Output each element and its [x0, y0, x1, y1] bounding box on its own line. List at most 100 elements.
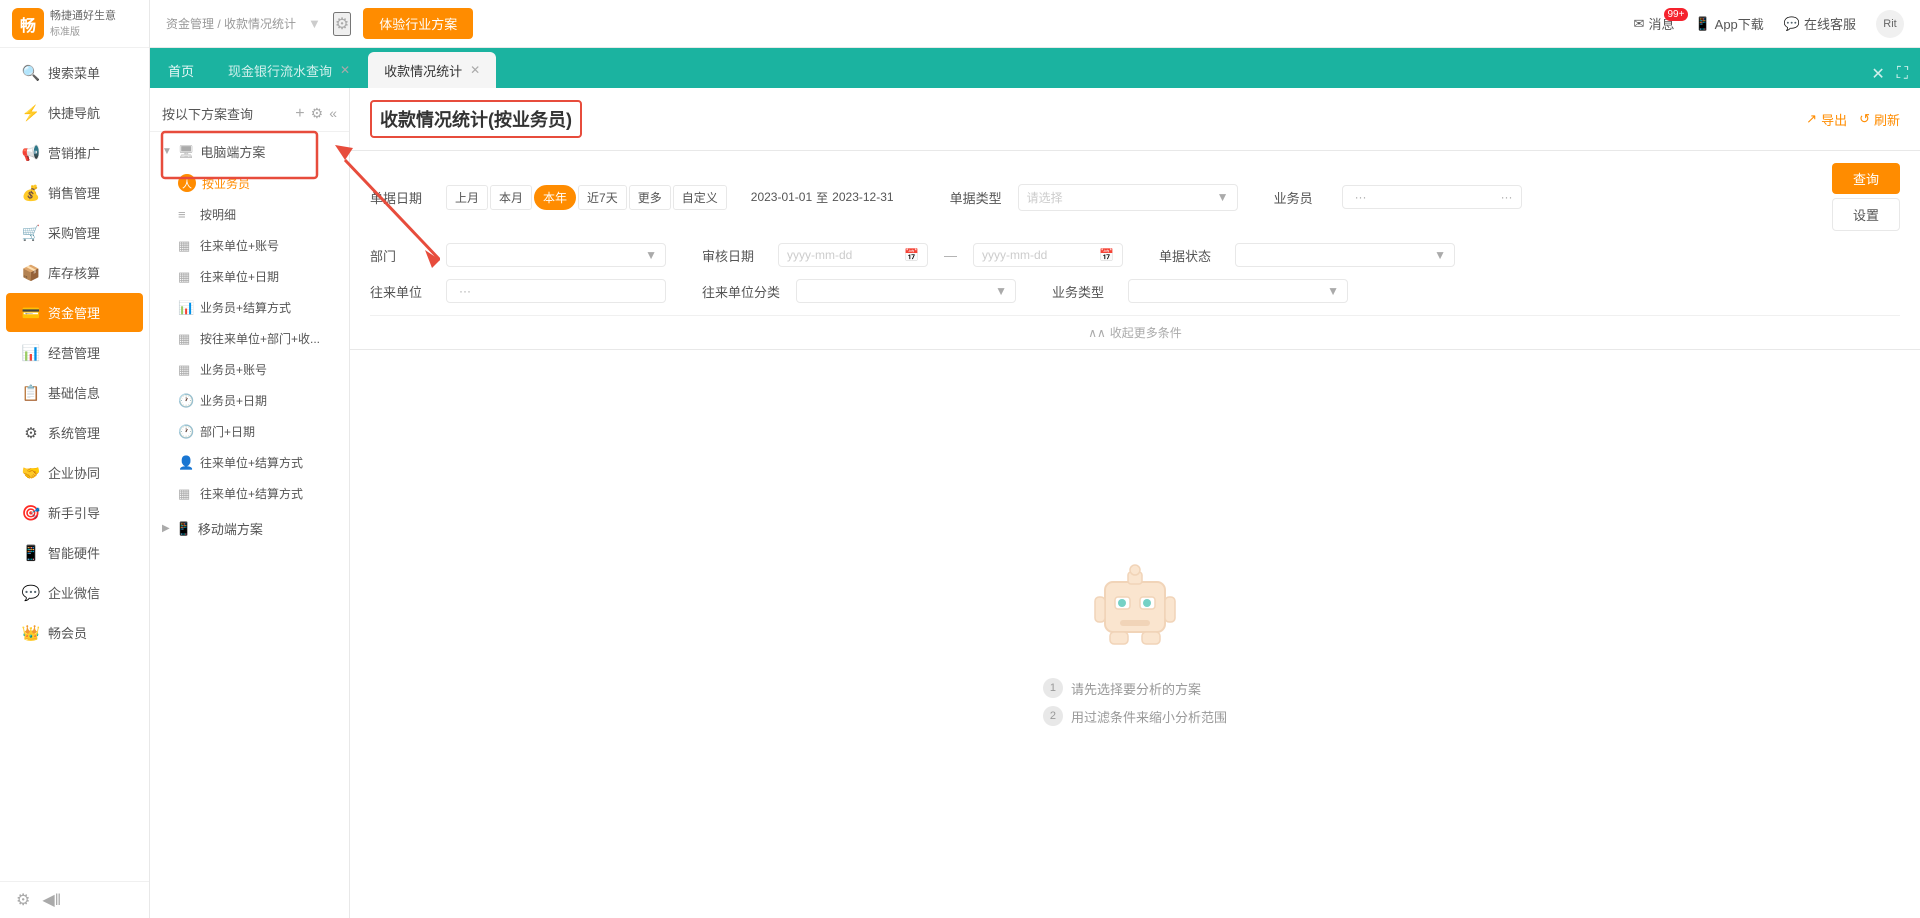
date-btn-this-month[interactable]: 本月	[490, 185, 532, 210]
biz-type-select[interactable]: ▼	[1128, 279, 1348, 303]
date-btn-custom[interactable]: 自定义	[673, 185, 727, 210]
sidebar-item-purchase[interactable]: 🛒 采购管理	[6, 213, 143, 252]
date-to: 2023-12-31	[832, 190, 893, 204]
close-tab-icon[interactable]: ✕	[1867, 60, 1888, 88]
settings-bottom-icon[interactable]: ⚙	[16, 890, 30, 910]
online-service-button[interactable]: 💬 在线客服	[1784, 14, 1856, 33]
maximize-tab-icon[interactable]: ⛶	[1893, 61, 1912, 87]
sidebar-bottom: ⚙ ◀‖	[0, 881, 149, 918]
scheme-item-dept-date[interactable]: 🕐 部门+日期	[150, 416, 349, 447]
clock-icon: 🕐	[178, 393, 194, 409]
top-header-right: ✉ 消息 99+ 📱 App下载 💬 在线客服 Rit	[1634, 10, 1904, 38]
counterpart-select[interactable]: ···	[446, 279, 666, 303]
quick-nav-icon: ⚡	[22, 104, 40, 122]
audit-date-from[interactable]: yyyy-mm-dd 📅	[778, 243, 928, 267]
collapse-sidebar-icon[interactable]: ◀‖	[42, 890, 61, 910]
sidebar-item-inventory[interactable]: 📦 库存核算	[6, 253, 143, 292]
query-button[interactable]: 查询	[1832, 163, 1900, 194]
counterpart-category-select[interactable]: ▼	[796, 279, 1016, 303]
sidebar-item-search-menu[interactable]: 🔍 搜索菜单	[6, 53, 143, 92]
counterpart-more-icon[interactable]: ···	[459, 284, 471, 298]
scheme-item-by-salesman[interactable]: 人 按业务员	[150, 167, 349, 199]
date-btn-last-month[interactable]: 上月	[446, 185, 488, 210]
panel-header: 按以下方案查询 + ⚙ «	[150, 96, 349, 132]
audit-date-to[interactable]: yyyy-mm-dd 📅	[973, 243, 1123, 267]
app-download-button[interactable]: 📱 App下载	[1694, 14, 1763, 33]
scheme-item-salesman-settle[interactable]: 📊 业务员+结算方式	[150, 292, 349, 323]
sidebar-item-sales[interactable]: 💰 销售管理	[6, 173, 143, 212]
scheme-group-mobile: ▶ 📱 移动端方案	[150, 513, 349, 544]
date-btn-more[interactable]: 更多	[629, 185, 671, 210]
scheme-item-counterpart-settle2[interactable]: ▦ 往来单位+结算方式	[150, 478, 349, 509]
panel-add-button[interactable]: +	[295, 105, 304, 123]
system-icon: ⚙	[22, 424, 40, 442]
table5-icon: ▦	[178, 486, 194, 502]
date-btn-this-year[interactable]: 本年	[534, 185, 576, 210]
service-icon: 💬	[1784, 16, 1800, 32]
scheme-item-counterpart-account[interactable]: ▦ 往来单位+账号	[150, 230, 349, 261]
table-icon: ▦	[178, 238, 194, 254]
purchase-icon: 🛒	[22, 224, 40, 242]
tab-receipt-stats[interactable]: 收款情况统计 ✕	[368, 52, 496, 88]
export-button[interactable]: ↗ 导出	[1806, 110, 1847, 129]
date-buttons: 上月 本月 本年 近7天 更多 自定义	[446, 185, 727, 210]
scheme-group-mobile-header[interactable]: ▶ 📱 移动端方案	[150, 513, 349, 544]
date-divider: 至	[816, 189, 828, 206]
sidebar-item-beginner[interactable]: 🎯 新手引导	[6, 493, 143, 532]
scheme-group-desktop-header[interactable]: ▼ 🖥 电脑端方案	[150, 136, 349, 167]
logo-text: 畅捷通好生意 标准版	[50, 9, 116, 38]
scheme-item-salesman-account[interactable]: ▦ 业务员+账号	[150, 354, 349, 385]
scheme-item-counterpart-dept[interactable]: ▦ 按往来单位+部门+收...	[150, 323, 349, 354]
sidebar-item-system[interactable]: ⚙ 系统管理	[6, 413, 143, 452]
collapse-filter-button[interactable]: ∧∧ 收起更多条件	[370, 315, 1900, 349]
sidebar-item-enterprise[interactable]: 🤝 企业协同	[6, 453, 143, 492]
dept-arrow-icon: ▼	[645, 248, 657, 262]
biz-type-label: 业务类型	[1052, 282, 1112, 301]
sidebar-item-basic-info[interactable]: 📋 基础信息	[6, 373, 143, 412]
sidebar-item-smart-hw[interactable]: 📱 智能硬件	[6, 533, 143, 572]
user-avatar[interactable]: Rit	[1876, 10, 1904, 38]
salesman-label: 业务员	[1274, 188, 1334, 207]
scheme-item-by-detail[interactable]: ≡ 按明细	[150, 199, 349, 230]
salesman-more-icon[interactable]: ···	[1355, 190, 1367, 204]
collapse-icon: ∧∧	[1088, 326, 1106, 340]
scheme-item-counterpart-date[interactable]: ▦ 往来单位+日期	[150, 261, 349, 292]
tab-home[interactable]: 首页	[152, 52, 210, 88]
counterpart-category-label: 往来单位分类	[702, 282, 780, 301]
sidebar-item-marketing[interactable]: 📢 营销推广	[6, 133, 143, 172]
panel-collapse-button[interactable]: «	[329, 105, 337, 123]
scheme-item-salesman-date[interactable]: 🕐 业务员+日期	[150, 385, 349, 416]
sidebar-item-quick-nav[interactable]: ⚡ 快捷导航	[6, 93, 143, 132]
salesman-arrow-icon: ···	[1501, 190, 1513, 204]
member-icon: 👑	[22, 624, 40, 642]
scheme-item-counterpart-settle1[interactable]: 👤 往来单位+结算方式	[150, 447, 349, 478]
sidebar-item-operations[interactable]: 📊 经营管理	[6, 333, 143, 372]
page-title-actions: ↗ 导出 ↺ 刷新	[1806, 110, 1900, 129]
inventory-icon: 📦	[22, 264, 40, 282]
sidebar-item-member[interactable]: 👑 畅会员	[6, 613, 143, 652]
filter-panel: 单据日期 上月 本月 本年 近7天 更多 自定义 2023-01-01 至 20…	[350, 151, 1920, 350]
messages-button[interactable]: ✉ 消息 99+	[1634, 14, 1675, 33]
desktop-group-icon: 🖥	[178, 144, 195, 160]
refresh-button[interactable]: ↺ 刷新	[1859, 110, 1900, 129]
sidebar-item-wechat[interactable]: 💬 企业微信	[6, 573, 143, 612]
panel-settings-button[interactable]: ⚙	[311, 105, 324, 123]
date-btn-7days[interactable]: 近7天	[578, 185, 627, 210]
audit-date-dash: —	[944, 248, 957, 263]
tab-bar-right: ✕ ⛶	[1867, 60, 1920, 88]
trial-button[interactable]: 体验行业方案	[363, 8, 473, 39]
doc-status-select[interactable]: ▼	[1235, 243, 1455, 267]
message-icon: ✉	[1634, 16, 1645, 32]
dept-label: 部门	[370, 246, 430, 265]
tab-bank-flow[interactable]: 现金银行流水查询 ✕	[212, 52, 366, 88]
sidebar-logo: 畅 畅捷通好生意 标准版	[0, 0, 149, 48]
tab-bank-flow-close[interactable]: ✕	[340, 63, 350, 77]
salesman-select[interactable]: ··· ···	[1342, 185, 1522, 209]
sidebar-item-finance[interactable]: 💳 资金管理	[6, 293, 143, 332]
settings-button[interactable]: 设置	[1832, 198, 1900, 231]
doc-type-select[interactable]: 请选择 ▼	[1018, 184, 1238, 211]
counterpart-label: 往来单位	[370, 282, 430, 301]
dept-select[interactable]: ▼	[446, 243, 666, 267]
settings-icon-button[interactable]: ⚙	[333, 12, 351, 36]
tab-receipt-stats-close[interactable]: ✕	[470, 63, 480, 77]
